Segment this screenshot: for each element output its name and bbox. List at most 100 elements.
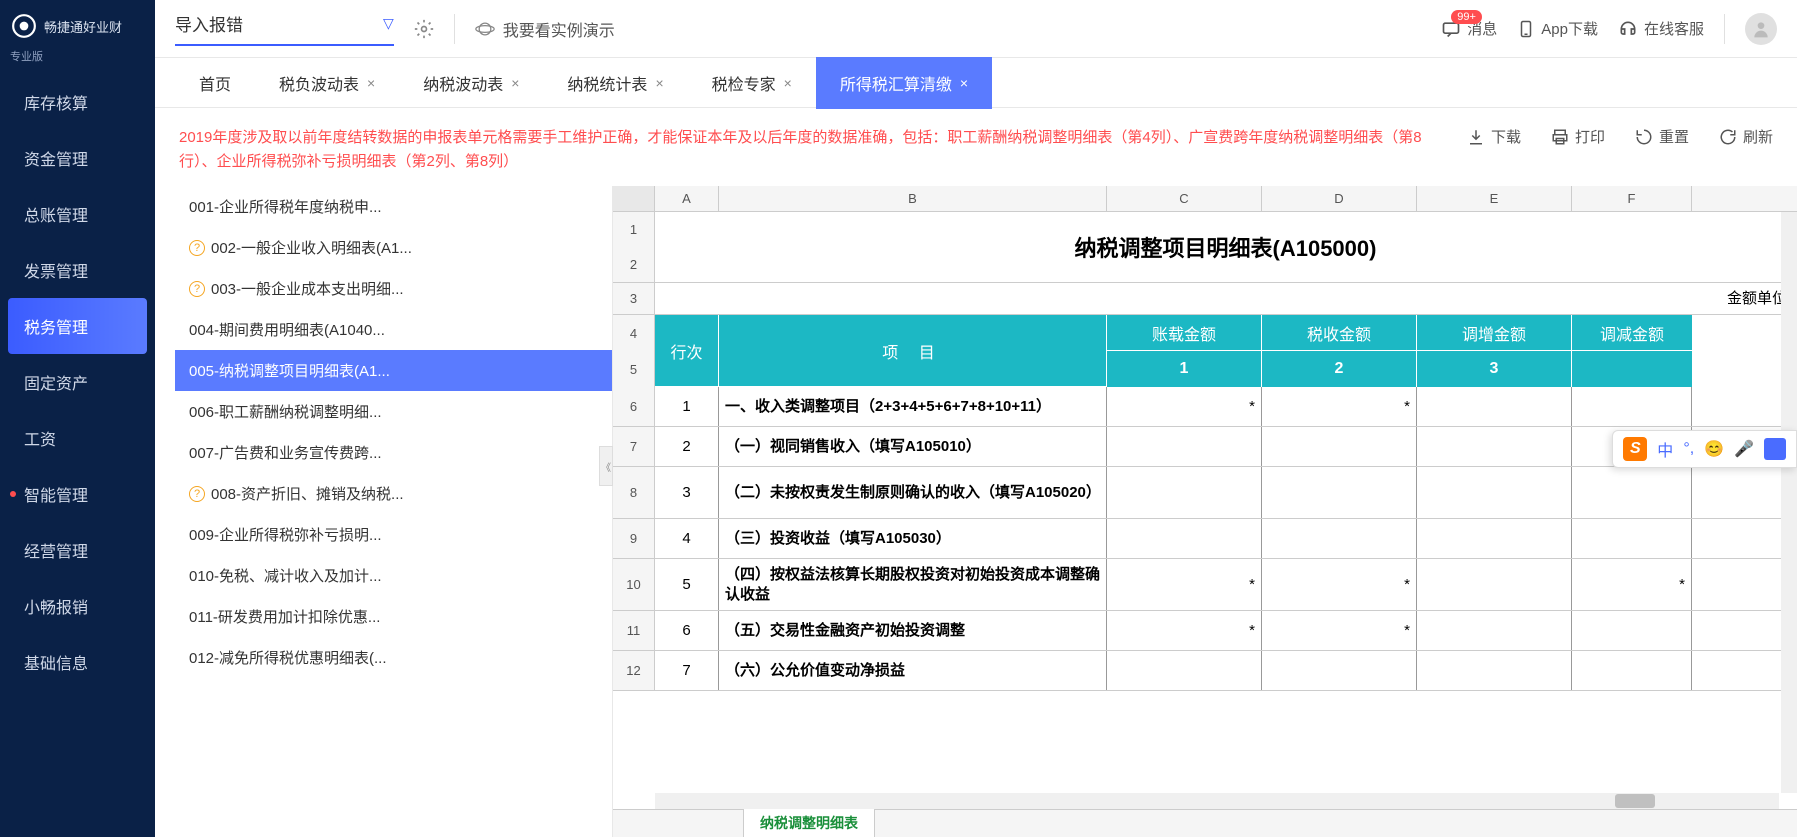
print-button[interactable]: 打印 xyxy=(1551,126,1605,147)
cell[interactable]: * xyxy=(1262,559,1417,610)
download-button[interactable]: 下载 xyxy=(1467,126,1521,147)
cell[interactable] xyxy=(1107,651,1262,690)
tab-taxburden[interactable]: 税负波动表× xyxy=(255,57,399,109)
vertical-scrollbar[interactable] xyxy=(1781,212,1797,793)
avatar[interactable] xyxy=(1745,13,1777,45)
cell[interactable]: 7 xyxy=(655,651,719,690)
nav-basic[interactable]: 基础信息 xyxy=(0,634,155,690)
ime-emoji-icon[interactable]: 😊 xyxy=(1704,439,1724,459)
row-header[interactable]: 3 xyxy=(613,283,655,314)
corner-cell[interactable] xyxy=(613,186,655,211)
cell[interactable] xyxy=(1417,467,1572,518)
list-item[interactable]: ?008-资产折旧、摊销及纳税... xyxy=(175,473,612,514)
row-header[interactable]: 8 xyxy=(613,467,655,518)
row-header[interactable]: 11 xyxy=(613,611,655,650)
gear-icon[interactable] xyxy=(414,19,434,39)
row-header[interactable]: 10 xyxy=(613,559,655,610)
cell[interactable]: （一）视同销售收入（填写A105010） xyxy=(719,427,1107,466)
row-header[interactable]: 9 xyxy=(613,519,655,558)
ime-lang[interactable]: 中 xyxy=(1657,437,1673,461)
ime-mic-icon[interactable]: 🎤 xyxy=(1734,439,1754,459)
list-item[interactable]: 004-期间费用明细表(A1040... xyxy=(175,309,612,350)
service-button[interactable]: 在线客服 xyxy=(1618,18,1704,39)
close-icon[interactable]: × xyxy=(655,75,663,91)
list-item[interactable]: 012-减免所得税优惠明细表(... xyxy=(175,637,612,678)
row-header[interactable]: 5 xyxy=(613,351,655,387)
cell[interactable] xyxy=(1417,611,1572,650)
close-icon[interactable]: × xyxy=(511,75,519,91)
cell[interactable]: 一、收入类调整项目（2+3+4+5+6+7+8+10+11） xyxy=(719,387,1107,426)
cell[interactable]: * xyxy=(1107,387,1262,426)
cell[interactable]: （六）公允价值变动净损益 xyxy=(719,651,1107,690)
reset-button[interactable]: 重置 xyxy=(1635,126,1689,147)
col-header[interactable]: F xyxy=(1572,186,1692,211)
import-error-dropdown[interactable]: 导入报错 ▽ xyxy=(175,11,394,46)
ime-keyboard-icon[interactable] xyxy=(1764,438,1786,460)
cell[interactable] xyxy=(1572,467,1692,518)
row-header[interactable]: 6 xyxy=(613,387,655,426)
cell[interactable] xyxy=(1417,559,1572,610)
row-header[interactable]: 12 xyxy=(613,651,655,690)
cell[interactable] xyxy=(1572,519,1692,558)
ime-punct-icon[interactable]: °, xyxy=(1683,440,1694,458)
col-header[interactable]: D xyxy=(1262,186,1417,211)
demo-link[interactable]: 我要看实例演示 xyxy=(475,17,615,41)
horizontal-scrollbar[interactable] xyxy=(655,793,1779,809)
cell[interactable]: 3 xyxy=(655,467,719,518)
row-header[interactable]: 1 xyxy=(613,212,655,247)
scroll-thumb[interactable] xyxy=(1615,794,1655,808)
cell[interactable]: （三）投资收益（填写A105030） xyxy=(719,519,1107,558)
cell[interactable] xyxy=(1107,519,1262,558)
nav-ledger[interactable]: 总账管理 xyxy=(0,186,155,242)
cell[interactable] xyxy=(1262,519,1417,558)
close-icon[interactable]: × xyxy=(784,75,792,91)
cell[interactable]: * xyxy=(1262,611,1417,650)
nav-assets[interactable]: 固定资产 xyxy=(0,354,155,410)
row-header[interactable]: 4 xyxy=(613,315,655,351)
list-item[interactable]: ?002-一般企业收入明细表(A1... xyxy=(175,227,612,268)
cell[interactable]: * xyxy=(1107,611,1262,650)
list-item[interactable]: 001-企业所得税年度纳税申... xyxy=(175,186,612,227)
list-item[interactable]: 010-免税、减计收入及加计... xyxy=(175,555,612,596)
cell[interactable] xyxy=(1107,427,1262,466)
close-icon[interactable]: × xyxy=(367,75,375,91)
cell[interactable]: 1 xyxy=(655,387,719,426)
nav-inventory[interactable]: 库存核算 xyxy=(0,74,155,130)
cell[interactable]: * xyxy=(1107,559,1262,610)
list-item[interactable]: 009-企业所得税弥补亏损明... xyxy=(175,514,612,555)
cell[interactable]: 4 xyxy=(655,519,719,558)
row-header[interactable]: 7 xyxy=(613,427,655,466)
app-download-button[interactable]: App下载 xyxy=(1517,18,1598,39)
cell[interactable] xyxy=(1417,519,1572,558)
cell[interactable] xyxy=(1417,387,1572,426)
cell[interactable] xyxy=(1262,467,1417,518)
cell[interactable]: （五）交易性金融资产初始投资调整 xyxy=(719,611,1107,650)
cell[interactable]: 5 xyxy=(655,559,719,610)
cell[interactable] xyxy=(1417,651,1572,690)
cell[interactable]: （二）未按权责发生制原则确认的收入（填写A105020） xyxy=(719,467,1107,518)
cell[interactable] xyxy=(1262,651,1417,690)
nav-funds[interactable]: 资金管理 xyxy=(0,130,155,186)
nav-invoice[interactable]: 发票管理 xyxy=(0,242,155,298)
tab-taxstats[interactable]: 纳税统计表× xyxy=(543,57,687,109)
list-item[interactable]: 007-广告费和业务宣传费跨... xyxy=(175,432,612,473)
ime-toolbar[interactable]: S 中 °, 😊 🎤 xyxy=(1612,430,1797,468)
col-header[interactable]: C xyxy=(1107,186,1262,211)
nav-smart[interactable]: 智能管理 xyxy=(0,466,155,522)
list-item[interactable]: 011-研发费用加计扣除优惠... xyxy=(175,596,612,637)
list-item[interactable]: ?003-一般企业成本支出明细... xyxy=(175,268,612,309)
sheet-tab[interactable]: 纳税调整明细表 xyxy=(743,808,875,837)
refresh-button[interactable]: 刷新 xyxy=(1719,126,1773,147)
row-header[interactable]: 2 xyxy=(613,247,655,282)
cell[interactable] xyxy=(1572,611,1692,650)
collapse-handle[interactable]: 《 xyxy=(599,446,613,486)
col-header[interactable]: B xyxy=(719,186,1107,211)
nav-expense[interactable]: 小畅报销 xyxy=(0,578,155,634)
tab-incometax[interactable]: 所得税汇算清缴× xyxy=(816,57,992,109)
col-header[interactable]: E xyxy=(1417,186,1572,211)
cell[interactable] xyxy=(1107,467,1262,518)
close-icon[interactable]: × xyxy=(960,75,968,91)
tab-home[interactable]: 首页 xyxy=(175,57,255,109)
col-header[interactable]: A xyxy=(655,186,719,211)
nav-tax[interactable]: 税务管理 xyxy=(8,298,147,354)
